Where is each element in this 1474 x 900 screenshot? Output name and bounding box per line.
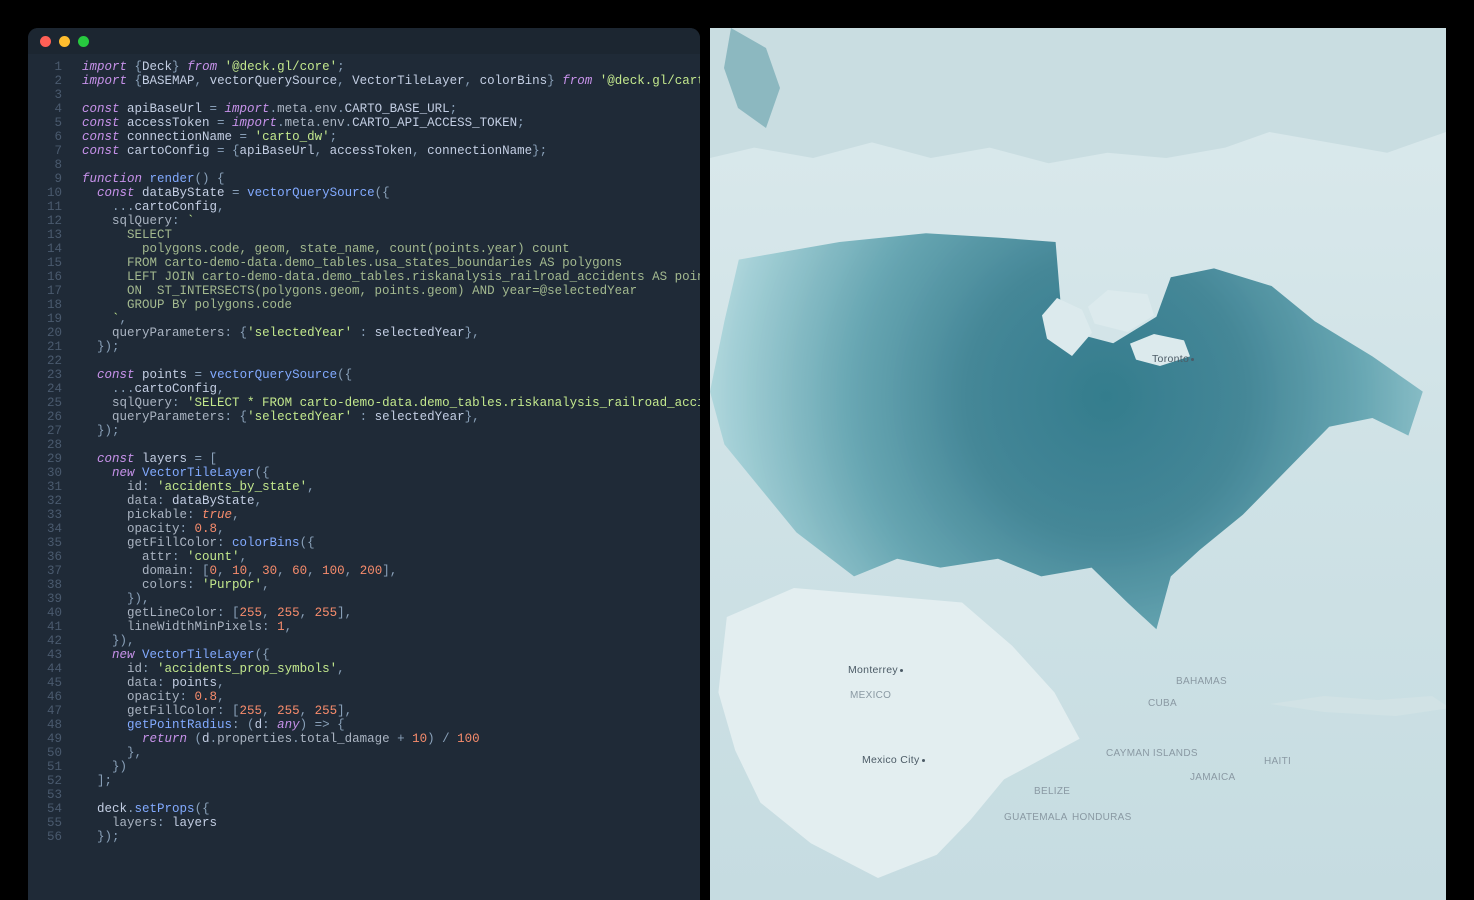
code-line[interactable]: FROM carto-demo-data.demo_tables.usa_sta… [82,256,692,270]
code-line[interactable]: `, [82,312,692,326]
code-line[interactable]: pickable: true, [82,508,692,522]
code-line[interactable]: import {Deck} from '@deck.gl/core'; [82,60,692,74]
city-dot-icon [1191,358,1194,361]
code-line[interactable]: domain: [0, 10, 30, 60, 100, 200], [82,564,692,578]
code-line[interactable]: layers: layers [82,816,692,830]
code-line[interactable]: const dataByState = vectorQuerySource({ [82,186,692,200]
window-titlebar [28,28,700,54]
code-line[interactable]: }, [82,746,692,760]
code-line[interactable]: sqlQuery: 'SELECT * FROM carto-demo-data… [82,396,692,410]
country-label-jamaica: JAMAICA [1190,772,1235,783]
country-label-belize: BELIZE [1034,786,1070,797]
city-label-toronto: Toronto [1152,353,1194,365]
code-line[interactable]: polygons.code, geom, state_name, count(p… [82,242,692,256]
code-line[interactable]: ]; [82,774,692,788]
code-line[interactable]: opacity: 0.8, [82,522,692,536]
code-line[interactable]: colors: 'PurpOr', [82,578,692,592]
city-label-monterrey: Monterrey [848,664,903,676]
code-line[interactable]: GROUP BY polygons.code [82,298,692,312]
code-line[interactable]: ...cartoConfig, [82,382,692,396]
city-dot-icon [922,759,925,762]
code-line[interactable]: }) [82,760,692,774]
code-line[interactable]: id: 'accidents_by_state', [82,480,692,494]
code-line[interactable]: return (d.properties.total_damage + 10) … [82,732,692,746]
code-line[interactable]: sqlQuery: ` [82,214,692,228]
label-text: Monterrey [848,664,898,676]
country-label-honduras: HONDURAS [1072,812,1132,823]
code-line[interactable] [82,438,692,452]
code-line[interactable]: queryParameters: {'selectedYear' : selec… [82,410,692,424]
code-line[interactable]: data: dataByState, [82,494,692,508]
code-line[interactable]: const accessToken = import.meta.env.CART… [82,116,692,130]
app-root: 1234567891011121314151617181920212223242… [0,0,1474,900]
code-line[interactable]: deck.setProps({ [82,802,692,816]
code-line[interactable]: data: points, [82,676,692,690]
code-line[interactable]: const cartoConfig = {apiBaseUrl, accessT… [82,144,692,158]
code-line[interactable]: getLineColor: [255, 255, 255], [82,606,692,620]
code-line[interactable] [82,354,692,368]
code-line[interactable]: opacity: 0.8, [82,690,692,704]
city-dot-icon [900,669,903,672]
code-line[interactable]: const layers = [ [82,452,692,466]
code-content[interactable]: import {Deck} from '@deck.gl/core';impor… [74,54,700,900]
code-line[interactable]: LEFT JOIN carto-demo-data.demo_tables.ri… [82,270,692,284]
map-pane[interactable]: Toronto Monterrey Mexico City MEXICO CUB… [710,28,1446,900]
city-label-mexico-city: Mexico City [862,754,925,766]
code-line[interactable]: getPointRadius: (d: any) => { [82,718,692,732]
country-label-bahamas: BAHAMAS [1176,676,1227,687]
code-line[interactable]: import {BASEMAP, vectorQuerySource, Vect… [82,74,692,88]
code-line[interactable] [82,788,692,802]
code-line[interactable]: }), [82,634,692,648]
code-line[interactable]: ...cartoConfig, [82,200,692,214]
code-line[interactable]: getFillColor: [255, 255, 255], [82,704,692,718]
label-text: Toronto [1152,353,1189,365]
country-label-cayman: CAYMAN ISLANDS [1106,748,1198,759]
code-line[interactable]: function render() { [82,172,692,186]
code-area[interactable]: 1234567891011121314151617181920212223242… [28,54,700,900]
code-line[interactable] [82,158,692,172]
code-line[interactable]: ON ST_INTERSECTS(polygons.geom, points.g… [82,284,692,298]
code-line[interactable]: const connectionName = 'carto_dw'; [82,130,692,144]
country-label-haiti: HAITI [1264,756,1291,767]
code-line[interactable]: }); [82,424,692,438]
code-line[interactable]: lineWidthMinPixels: 1, [82,620,692,634]
label-text: Mexico City [862,754,920,766]
code-editor-pane: 1234567891011121314151617181920212223242… [28,28,700,900]
code-line[interactable]: }), [82,592,692,606]
code-line[interactable]: SELECT [82,228,692,242]
close-icon[interactable] [40,36,51,47]
code-line[interactable] [82,88,692,102]
code-line[interactable]: const apiBaseUrl = import.meta.env.CARTO… [82,102,692,116]
country-label-mexico: MEXICO [850,690,891,701]
code-line[interactable]: attr: 'count', [82,550,692,564]
country-label-cuba: CUBA [1148,698,1177,709]
code-line[interactable]: }); [82,340,692,354]
code-line[interactable]: }); [82,830,692,844]
code-line[interactable]: const points = vectorQuerySource({ [82,368,692,382]
line-number-gutter: 1234567891011121314151617181920212223242… [28,54,74,900]
code-line[interactable]: id: 'accidents_prop_symbols', [82,662,692,676]
zoom-icon[interactable] [78,36,89,47]
country-label-guatemala: GUATEMALA [1004,812,1068,823]
code-line[interactable]: getFillColor: colorBins({ [82,536,692,550]
code-line[interactable]: new VectorTileLayer({ [82,648,692,662]
code-line[interactable]: queryParameters: {'selectedYear' : selec… [82,326,692,340]
minimize-icon[interactable] [59,36,70,47]
code-line[interactable]: new VectorTileLayer({ [82,466,692,480]
